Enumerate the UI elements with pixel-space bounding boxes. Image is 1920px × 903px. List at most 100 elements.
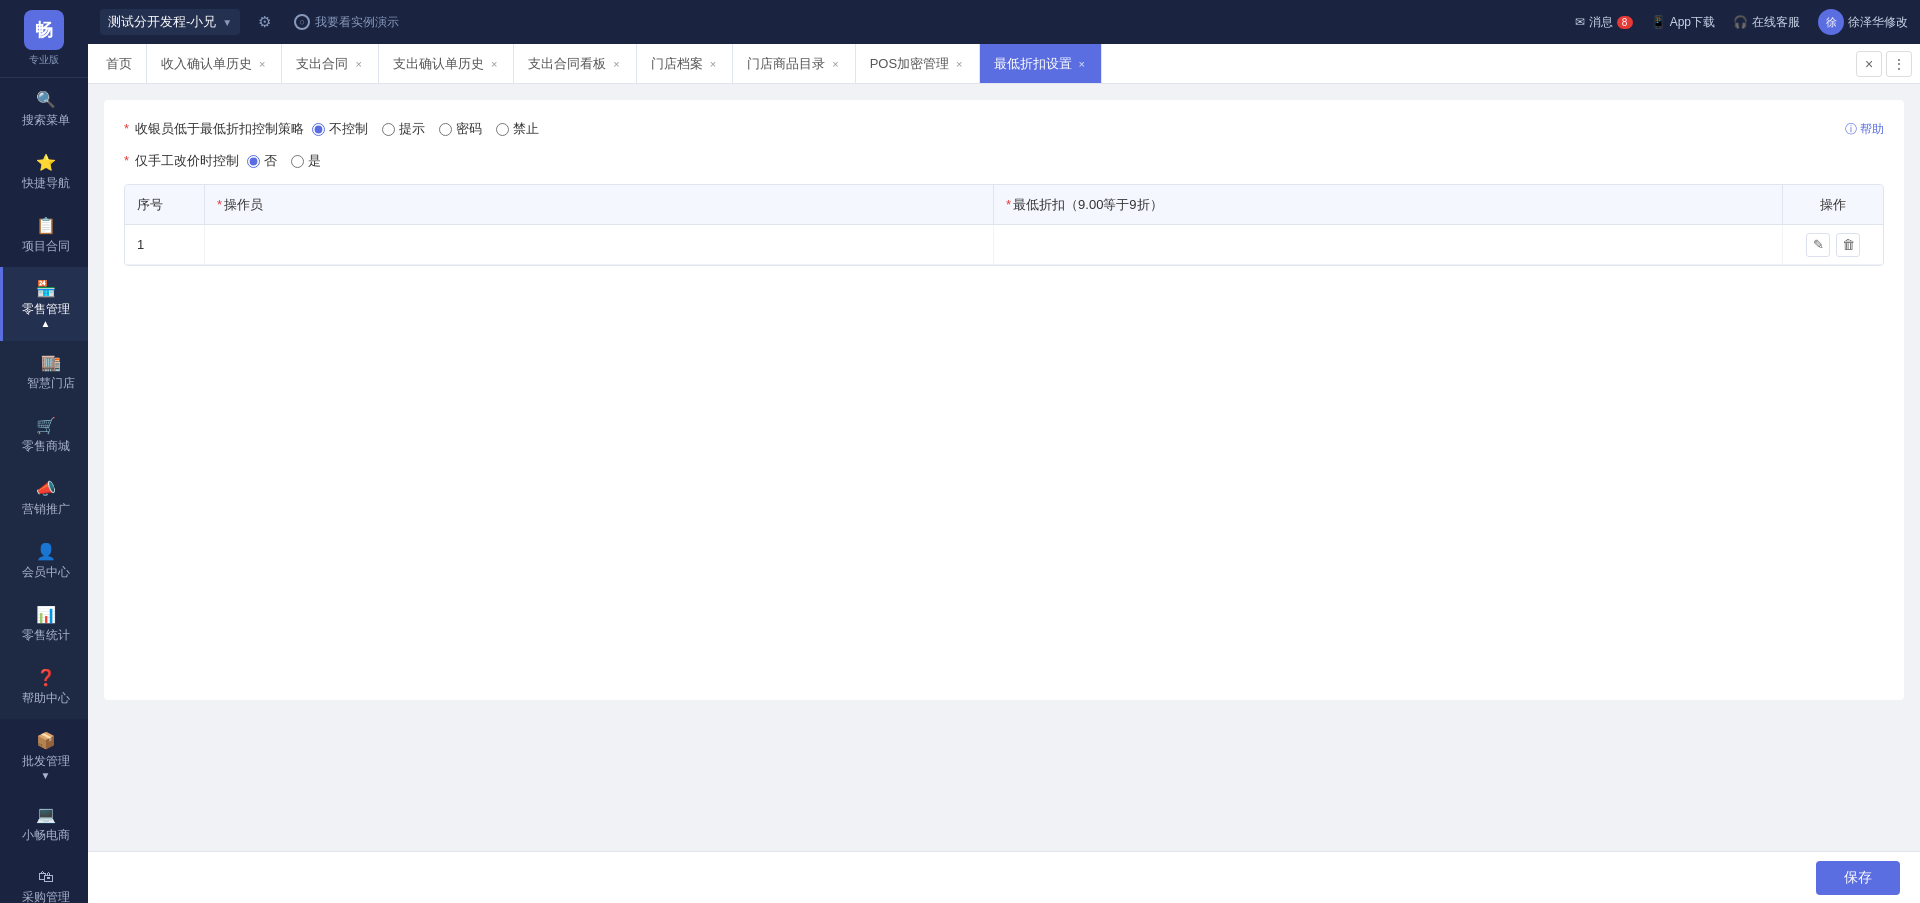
topbar: 测试分开发程-小兄 ▼ ⚙ ○ 我要看实例演示 ✉ 消息 8 📱 App下载 🎧… <box>88 0 1920 44</box>
table-row: 1 ✎ 🗑 <box>125 225 1883 265</box>
tab-close-icon[interactable]: × <box>1077 57 1087 71</box>
tab-close-icon[interactable]: × <box>830 57 840 71</box>
sidebar-item-smart-store[interactable]: 🏬 智慧门店 <box>0 341 88 404</box>
app-download-button[interactable]: 📱 App下载 <box>1651 14 1715 31</box>
megaphone-icon: 📣 <box>36 479 56 498</box>
sidebar-item-label: 快捷导航 <box>22 175 70 192</box>
delete-icon: 🗑 <box>1842 237 1855 252</box>
content-card: * 收银员低于最低折扣控制策略 不控制 提示 密码 <box>104 100 1904 700</box>
tab-expense-history[interactable]: 支出确认单历史 × <box>379 44 514 83</box>
th-min-discount: * 最低折扣（9.00等于9折） <box>994 185 1783 224</box>
tab-menu-button[interactable]: ⋮ <box>1886 51 1912 77</box>
option-no-control[interactable]: 不控制 <box>312 120 368 138</box>
project-name: 测试分开发程-小兄 <box>108 13 216 31</box>
tab-close-icon[interactable]: × <box>954 57 964 71</box>
option-forbidden[interactable]: 禁止 <box>496 120 539 138</box>
option-hint[interactable]: 提示 <box>382 120 425 138</box>
tab-close-icon[interactable]: × <box>353 57 363 71</box>
delete-row-button[interactable]: 🗑 <box>1836 233 1860 257</box>
sidebar-item-label: 采购管理 <box>22 889 70 903</box>
tab-close-current-button[interactable]: × <box>1856 51 1882 77</box>
close-icon: × <box>1865 56 1873 72</box>
chart-icon: 📊 <box>36 605 56 624</box>
project-dropdown-arrow: ▼ <box>222 17 232 28</box>
bottombar: 保存 <box>88 851 1920 903</box>
help-button[interactable]: ⓘ 帮助 <box>1845 121 1884 138</box>
tab-label: 门店档案 <box>651 55 703 73</box>
demo-circle-icon: ○ <box>294 14 310 30</box>
tab-pos-pwd[interactable]: POS加密管理 × <box>856 44 980 83</box>
settings-icon: ⚙ <box>258 13 271 31</box>
manual-price-options: 否 是 <box>247 152 321 170</box>
tab-store-goods[interactable]: 门店商品目录 × <box>733 44 855 83</box>
star-icon: ⭐ <box>36 153 56 172</box>
message-badge: 8 <box>1617 16 1633 29</box>
td-seq: 1 <box>125 225 205 264</box>
message-button[interactable]: ✉ 消息 8 <box>1575 14 1633 31</box>
tab-income-history[interactable]: 收入确认单历史 × <box>147 44 282 83</box>
sidebar-logo: 畅 专业版 <box>0 0 88 78</box>
sidebar-item-label: 零售管理 <box>22 301 70 318</box>
tab-store-file[interactable]: 门店档案 × <box>637 44 733 83</box>
option-password[interactable]: 密码 <box>439 120 482 138</box>
main-content: 测试分开发程-小兄 ▼ ⚙ ○ 我要看实例演示 ✉ 消息 8 📱 App下载 🎧… <box>88 0 1920 903</box>
sidebar-item-help-center[interactable]: ❓ 帮助中心 <box>0 656 88 719</box>
sidebar-item-member-center[interactable]: 👤 会员中心 <box>0 530 88 593</box>
sidebar-item-purchase[interactable]: 🛍 采购管理 <box>0 856 88 903</box>
sidebar-item-shortcut[interactable]: ⭐ 快捷导航 <box>0 141 88 204</box>
headset-icon: 🎧 <box>1733 15 1748 29</box>
message-label: 消息 <box>1589 14 1613 31</box>
demo-label: 我要看实例演示 <box>315 14 399 31</box>
th-action: 操作 <box>1783 185 1883 224</box>
sidebar-item-retail-management[interactable]: 🏪 零售管理 ▲ <box>0 267 88 341</box>
user-profile-button[interactable]: 徐 徐泽华修改 <box>1818 9 1908 35</box>
online-service-label: 在线客服 <box>1752 14 1800 31</box>
save-button[interactable]: 保存 <box>1816 861 1900 895</box>
search-icon: 🔍 <box>36 90 56 109</box>
tab-label: 支出合同看板 <box>528 55 606 73</box>
option-yes[interactable]: 是 <box>291 152 321 170</box>
store-icon: 🏪 <box>36 279 56 298</box>
td-action: ✎ 🗑 <box>1783 225 1883 264</box>
tab-home[interactable]: 首页 <box>92 44 147 83</box>
topbar-settings-button[interactable]: ⚙ <box>250 8 278 36</box>
sidebar-item-project-contract[interactable]: 📋 项目合同 <box>0 204 88 267</box>
edit-row-button[interactable]: ✎ <box>1806 233 1830 257</box>
discount-table: 序号 * 操作员 * 最低折扣（9.00等于9折） 操作 <box>124 184 1884 266</box>
content-area: * 收银员低于最低折扣控制策略 不控制 提示 密码 <box>88 84 1920 851</box>
chevron-down-icon: ▼ <box>41 770 51 781</box>
sidebar-item-retail-mall[interactable]: 🛒 零售商城 <box>0 404 88 467</box>
tab-contract[interactable]: 支出合同 × <box>282 44 378 83</box>
td-min-discount <box>994 225 1783 264</box>
th-operator: * 操作员 <box>205 185 994 224</box>
app-download-label: App下载 <box>1670 14 1715 31</box>
sidebar-item-label: 营销推广 <box>22 501 70 518</box>
tab-label: 支出确认单历史 <box>393 55 484 73</box>
option-no[interactable]: 否 <box>247 152 277 170</box>
sidebar-item-ecommerce[interactable]: 💻 小畅电商 <box>0 793 88 856</box>
tab-min-discount[interactable]: 最低折扣设置 × <box>980 44 1102 83</box>
tab-close-icon[interactable]: × <box>489 57 499 71</box>
logo-text: 专业版 <box>29 53 59 67</box>
sidebar-item-label: 项目合同 <box>22 238 70 255</box>
sidebar-item-marketing[interactable]: 📣 营销推广 <box>0 467 88 530</box>
tab-close-icon[interactable]: × <box>611 57 621 71</box>
tab-label: 收入确认单历史 <box>161 55 252 73</box>
demo-link[interactable]: ○ 我要看实例演示 <box>294 14 399 31</box>
sidebar-item-label: 帮助中心 <box>22 690 70 707</box>
tab-close-icon[interactable]: × <box>708 57 718 71</box>
avatar: 徐 <box>1818 9 1844 35</box>
sidebar-item-retail-stats[interactable]: 📊 零售统计 <box>0 593 88 656</box>
project-selector[interactable]: 测试分开发程-小兄 ▼ <box>100 9 240 35</box>
tab-close-icon[interactable]: × <box>257 57 267 71</box>
cart-icon: 🛒 <box>36 416 56 435</box>
edit-icon: ✎ <box>1813 237 1824 252</box>
laptop-icon: 💻 <box>36 805 56 824</box>
online-service-button[interactable]: 🎧 在线客服 <box>1733 14 1800 31</box>
tabbar-actions: × ⋮ <box>1856 51 1920 77</box>
sidebar-item-search[interactable]: 🔍 搜索菜单 <box>0 78 88 141</box>
tab-expense-board[interactable]: 支出合同看板 × <box>514 44 636 83</box>
sidebar-item-wholesale[interactable]: 📦 批发管理 ▼ <box>0 719 88 793</box>
tab-label: 最低折扣设置 <box>994 55 1072 73</box>
sidebar-item-label: 批发管理 <box>22 753 70 770</box>
